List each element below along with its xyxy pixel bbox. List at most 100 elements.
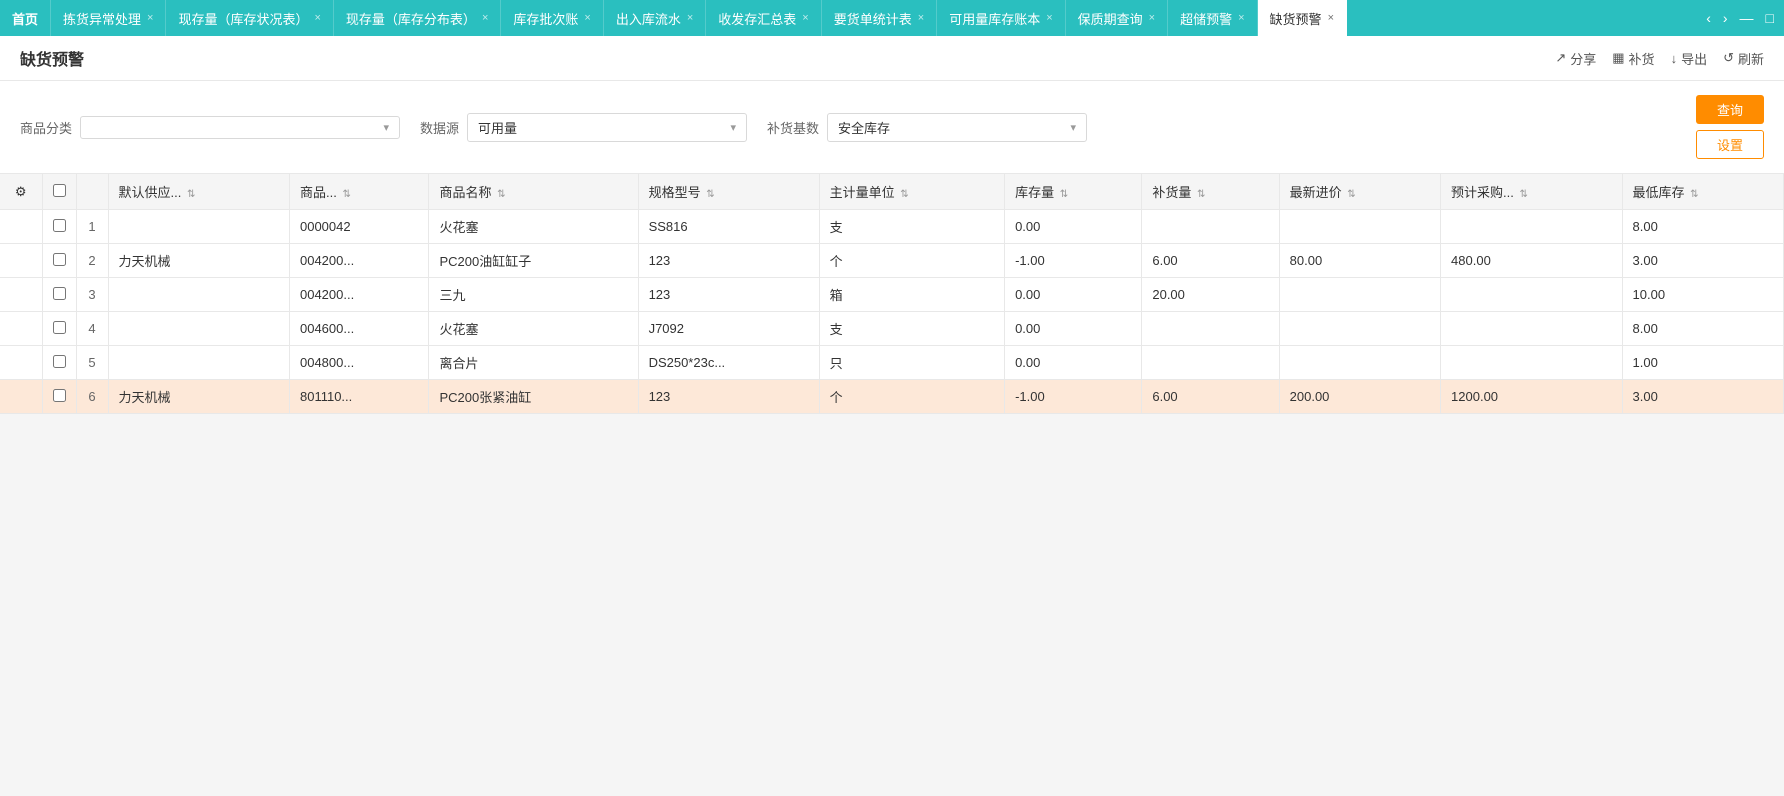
datasource-select[interactable]: 可用量 ▾ <box>467 113 747 142</box>
tab-close-icon-avail[interactable]: × <box>1046 12 1052 24</box>
settings-button[interactable]: 设置 <box>1696 130 1764 159</box>
tab-bar: 首页拣货异常处理×现存量（库存状况表）×现存量（库存分布表）×库存批次账×出入库… <box>0 0 1784 36</box>
tab-close-icon-flow[interactable]: × <box>687 12 693 24</box>
product-code-cell: 004600... <box>289 312 428 346</box>
tab-item-shortage[interactable]: 缺货预警× <box>1258 0 1347 36</box>
stock-qty-cell: 0.00 <box>1005 210 1142 244</box>
restock-button[interactable]: ▦ 补货 <box>1612 49 1654 68</box>
row-checkbox[interactable] <box>53 321 66 334</box>
unit-cell: 支 <box>819 210 1005 244</box>
estimated-purchase-cell <box>1441 278 1622 312</box>
tab-item-overstock[interactable]: 超储预警× <box>1168 0 1257 36</box>
estimated-purchase-cell <box>1441 210 1622 244</box>
th-default-supplier[interactable]: 默认供应... ⇅ <box>108 174 289 210</box>
row-checkbox[interactable] <box>53 219 66 232</box>
tab-next-button[interactable]: › <box>1717 6 1734 30</box>
row-settings-cell <box>0 346 42 380</box>
th-spec[interactable]: 规格型号 ⇅ <box>638 174 819 210</box>
product-code-cell: 004200... <box>289 244 428 278</box>
tab-label-batch: 库存批次账 <box>513 9 578 28</box>
unit-cell: 只 <box>819 346 1005 380</box>
tab-item-pick[interactable]: 拣货异常处理 × <box>51 0 166 36</box>
th-settings[interactable]: ⚙ <box>0 174 42 210</box>
tab-item-flow[interactable]: 出入库流水× <box>604 0 706 36</box>
row-checkbox-cell <box>42 312 76 346</box>
tab-item-home[interactable]: 首页 <box>0 0 51 36</box>
latest-price-cell: 200.00 <box>1279 380 1440 414</box>
sort-icon-supplier: ⇅ <box>187 189 195 200</box>
spec-cell: J7092 <box>638 312 819 346</box>
th-checkbox[interactable] <box>42 174 76 210</box>
row-checkbox[interactable] <box>53 287 66 300</box>
product-name-cell: PC200张紧油缸 <box>429 380 638 414</box>
row-checkbox[interactable] <box>53 253 66 266</box>
th-restock-qty[interactable]: 补货量 ⇅ <box>1142 174 1279 210</box>
tab-item-order[interactable]: 要货单统计表× <box>822 0 937 36</box>
tab-close-icon-shortage[interactable]: × <box>1328 12 1334 24</box>
tab-minimize-button[interactable]: — <box>1734 6 1760 30</box>
restock-qty-cell <box>1142 210 1279 244</box>
gear-icon: ⚙ <box>15 184 27 199</box>
th-latest-price[interactable]: 最新进价 ⇅ <box>1279 174 1440 210</box>
tab-close-icon-pick[interactable]: × <box>147 12 153 24</box>
th-product-name[interactable]: 商品名称 ⇅ <box>429 174 638 210</box>
tab-item-stock2[interactable]: 现存量（库存分布表）× <box>334 0 501 36</box>
restock-qty-cell <box>1142 312 1279 346</box>
product-name-cell: 三九 <box>429 278 638 312</box>
query-button[interactable]: 查询 <box>1696 95 1764 124</box>
spec-cell: SS816 <box>638 210 819 244</box>
latest-price-cell <box>1279 278 1440 312</box>
spec-cell: 123 <box>638 278 819 312</box>
tab-item-summary[interactable]: 收发存汇总表× <box>706 0 821 36</box>
tab-close-icon-stock2[interactable]: × <box>482 12 488 24</box>
tab-close-icon-expire[interactable]: × <box>1149 12 1155 24</box>
select-all-checkbox[interactable] <box>53 184 66 197</box>
tab-item-expire[interactable]: 保质期查询 × <box>1066 0 1168 36</box>
refresh-button[interactable]: ↺ 刷新 <box>1723 49 1764 68</box>
restock-qty-cell: 6.00 <box>1142 380 1279 414</box>
default-supplier-cell: 力天机械 <box>108 380 289 414</box>
th-product-code[interactable]: 商品... ⇅ <box>289 174 428 210</box>
tab-close-icon-overstock[interactable]: × <box>1238 12 1244 24</box>
estimated-purchase-cell <box>1441 346 1622 380</box>
th-estimated-purchase[interactable]: 预计采购... ⇅ <box>1441 174 1622 210</box>
tab-label-pick: 拣货异常处理 <box>63 9 141 28</box>
tab-prev-button[interactable]: ‹ <box>1700 6 1717 30</box>
th-stock-qty[interactable]: 库存量 ⇅ <box>1005 174 1142 210</box>
export-button[interactable]: ↓ 导出 <box>1671 49 1708 68</box>
category-select[interactable]: ▾ <box>80 116 400 139</box>
tab-maximize-button[interactable]: □ <box>1760 6 1780 30</box>
tab-close-icon-summary[interactable]: × <box>802 12 808 24</box>
th-unit[interactable]: 主计量单位 ⇅ <box>819 174 1005 210</box>
tab-close-icon-stock1[interactable]: × <box>314 12 320 24</box>
restock-base-select[interactable]: 安全库存 ▾ <box>827 113 1087 142</box>
row-checkbox[interactable] <box>53 389 66 402</box>
category-label: 商品分类 <box>20 118 72 137</box>
row-number: 2 <box>76 244 108 278</box>
tab-item-stock1[interactable]: 现存量（库存状况表）× <box>166 0 333 36</box>
row-checkbox-cell <box>42 346 76 380</box>
th-min-stock[interactable]: 最低库存 ⇅ <box>1622 174 1783 210</box>
page-title: 缺货预警 <box>20 46 84 70</box>
tab-item-batch[interactable]: 库存批次账 × <box>501 0 603 36</box>
tab-item-avail[interactable]: 可用量库存账本× <box>937 0 1065 36</box>
tab-close-icon-order[interactable]: × <box>918 12 924 24</box>
share-icon: ↗ <box>1555 50 1566 66</box>
min-stock-cell: 1.00 <box>1622 346 1783 380</box>
sort-icon-unit: ⇅ <box>900 189 908 200</box>
row-checkbox-cell <box>42 244 76 278</box>
spec-cell: DS250*23c... <box>638 346 819 380</box>
sort-icon-name: ⇅ <box>497 189 505 200</box>
table-row: 3004200...三九123箱0.0020.0010.00 <box>0 278 1784 312</box>
share-button[interactable]: ↗ 分享 <box>1555 49 1596 68</box>
row-settings-cell <box>0 278 42 312</box>
row-settings-cell <box>0 380 42 414</box>
row-checkbox[interactable] <box>53 355 66 368</box>
min-stock-cell: 10.00 <box>1622 278 1783 312</box>
row-number: 3 <box>76 278 108 312</box>
category-filter-group: 商品分类 ▾ <box>20 116 400 139</box>
tab-label-expire: 保质期查询 <box>1078 9 1143 28</box>
refresh-icon: ↺ <box>1723 50 1734 66</box>
sort-icon-code: ⇅ <box>342 189 350 200</box>
tab-close-icon-batch[interactable]: × <box>584 12 590 24</box>
